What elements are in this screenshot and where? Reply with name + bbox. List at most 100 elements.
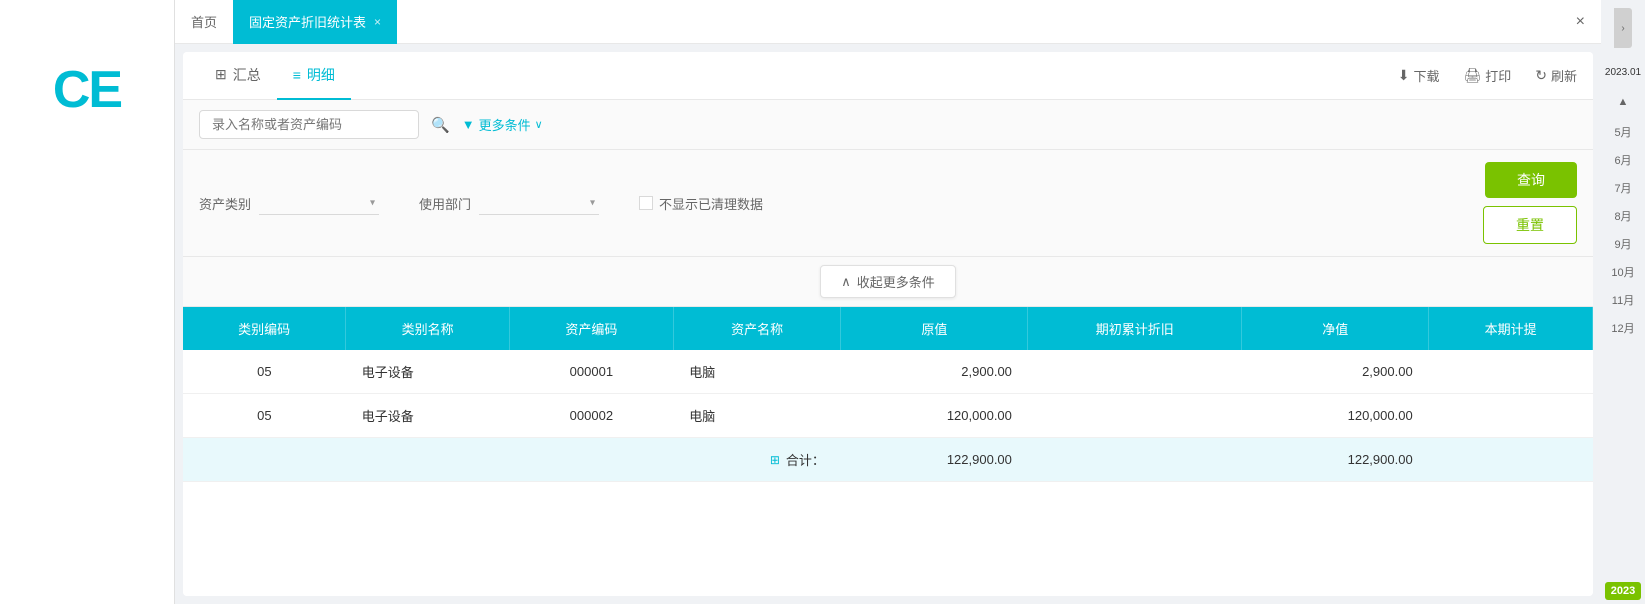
data-table: 类别编码 类别名称 资产编码 资产名称 原值 期初累计折旧 净值 本期计提 05… bbox=[183, 307, 1593, 482]
cell-original-value: 2,900.00 bbox=[841, 350, 1028, 394]
cell-asset-code: 000002 bbox=[510, 394, 674, 438]
logo-text: CE bbox=[53, 60, 121, 120]
cell-asset-name: 电脑 bbox=[673, 394, 841, 438]
sidebar-month-button[interactable]: 12月 bbox=[1605, 314, 1641, 342]
summary-original-value: 122,900.00 bbox=[841, 438, 1028, 482]
col-asset-code: 资产编码 bbox=[510, 307, 674, 350]
toolbar-right: ⬇ 下载 🖨 打印 ↻ 刷新 bbox=[1398, 66, 1577, 85]
summary-current-depreciation bbox=[1429, 438, 1593, 482]
table-header-row: 类别编码 类别名称 资产编码 资产名称 原值 期初累计折旧 净值 本期计提 bbox=[183, 307, 1593, 350]
department-filter: 使用部门 ▾ bbox=[419, 191, 599, 215]
col-net-value: 净值 bbox=[1242, 307, 1429, 350]
table-container: 类别编码 类别名称 资产编码 资产名称 原值 期初累计折旧 净值 本期计提 05… bbox=[183, 307, 1593, 596]
search-bar: 🔍 ▼ 更多条件 ∨ bbox=[183, 100, 1593, 150]
filter-row: 资产类别 ▾ 使用部门 ▾ 不显示已清理数 bbox=[183, 150, 1593, 257]
cell-accumulated-depreciation bbox=[1028, 350, 1242, 394]
sidebar-month-button[interactable]: 8月 bbox=[1605, 202, 1641, 230]
cell-net-value: 120,000.00 bbox=[1242, 394, 1429, 438]
tab-detail-label: 明细 bbox=[307, 65, 335, 85]
more-conditions-label: 更多条件 bbox=[479, 115, 531, 134]
print-label: 打印 bbox=[1485, 66, 1511, 85]
sidebar-expand-button[interactable]: › bbox=[1614, 8, 1632, 48]
sidebar-month-button[interactable]: 10月 bbox=[1605, 258, 1641, 286]
col-accumulated-depreciation: 期初累计折旧 bbox=[1028, 307, 1242, 350]
collapse-up-icon: ∧ bbox=[841, 274, 851, 290]
department-select[interactable] bbox=[479, 191, 599, 215]
top-nav: 首页 固定资产折旧统计表 × × bbox=[175, 0, 1601, 44]
sidebar-date-display: 2023.01 bbox=[1605, 58, 1641, 86]
download-icon: ⬇ bbox=[1398, 67, 1410, 84]
search-icon[interactable]: 🔍 bbox=[431, 116, 450, 134]
refresh-button[interactable]: ↻ 刷新 bbox=[1535, 66, 1577, 85]
page-container: ⊞ 汇总 ≡ 明细 ⬇ 下载 🖨 打印 ↻ 刷新 bbox=[183, 52, 1593, 596]
collapse-bar: ∧ 收起更多条件 bbox=[183, 257, 1593, 307]
filter-buttons: 查询 重置 bbox=[1483, 162, 1577, 244]
cell-asset-name: 电脑 bbox=[673, 350, 841, 394]
cell-current-depreciation bbox=[1429, 350, 1593, 394]
table-row: 05 电子设备 000002 电脑 120,000.00 120,000.00 bbox=[183, 394, 1593, 438]
close-window-button[interactable]: × bbox=[1576, 13, 1585, 31]
collapse-button[interactable]: ∧ 收起更多条件 bbox=[820, 265, 956, 298]
chevron-down-icon: ∨ bbox=[535, 118, 543, 131]
print-button[interactable]: 🖨 打印 bbox=[1463, 66, 1511, 85]
asset-category-select[interactable] bbox=[259, 191, 379, 215]
col-original-value: 原值 bbox=[841, 307, 1028, 350]
cell-current-depreciation bbox=[1429, 394, 1593, 438]
active-tab[interactable]: 固定资产折旧统计表 × bbox=[233, 0, 397, 44]
summary-icon: ⊞ bbox=[215, 66, 227, 83]
hide-cleared-label: 不显示已清理数据 bbox=[659, 194, 763, 213]
cell-accumulated-depreciation bbox=[1028, 394, 1242, 438]
sidebar-scroll-up[interactable]: ▲ bbox=[1605, 88, 1641, 116]
summary-label-cell: ⊞ 合计： bbox=[673, 438, 841, 482]
sidebar-month-button[interactable]: 11月 bbox=[1605, 286, 1641, 314]
home-tab[interactable]: 首页 bbox=[191, 12, 233, 31]
department-select-wrapper[interactable]: ▾ bbox=[479, 191, 599, 215]
close-tab-icon[interactable]: × bbox=[374, 15, 381, 29]
summary-empty bbox=[183, 438, 673, 482]
right-sidebar: › 2023.01 ▲ 5月6月7月8月9月10月11月12月 2023 bbox=[1601, 0, 1645, 604]
collapse-label: 收起更多条件 bbox=[857, 272, 935, 291]
sub-tabs-bar: ⊞ 汇总 ≡ 明细 ⬇ 下载 🖨 打印 ↻ 刷新 bbox=[183, 52, 1593, 100]
refresh-icon: ↻ bbox=[1535, 67, 1547, 84]
hide-cleared-checkbox-item[interactable]: 不显示已清理数据 bbox=[639, 194, 763, 213]
month-buttons: 5月6月7月8月9月10月11月12月 bbox=[1605, 118, 1641, 342]
main-content: 首页 固定资产折旧统计表 × × ⊞ 汇总 ≡ 明细 ⬇ 下载 bbox=[175, 0, 1601, 604]
search-input[interactable] bbox=[199, 110, 419, 139]
query-button[interactable]: 查询 bbox=[1485, 162, 1577, 198]
cell-asset-code: 000001 bbox=[510, 350, 674, 394]
filter-icon: ▼ bbox=[462, 117, 475, 132]
tab-detail[interactable]: ≡ 明细 bbox=[277, 52, 351, 100]
tab-summary[interactable]: ⊞ 汇总 bbox=[199, 52, 277, 100]
active-tab-label: 固定资产折旧统计表 bbox=[249, 12, 366, 31]
summary-label-text: 合计： bbox=[786, 450, 825, 469]
cell-original-value: 120,000.00 bbox=[841, 394, 1028, 438]
reset-button[interactable]: 重置 bbox=[1483, 206, 1577, 244]
sidebar-month-button[interactable]: 6月 bbox=[1605, 146, 1641, 174]
refresh-label: 刷新 bbox=[1551, 66, 1577, 85]
logo-area: CE bbox=[0, 0, 175, 604]
asset-category-select-wrapper[interactable]: ▾ bbox=[259, 191, 379, 215]
tab-summary-label: 汇总 bbox=[233, 65, 261, 85]
year-badge[interactable]: 2023 bbox=[1605, 582, 1641, 600]
download-label: 下载 bbox=[1413, 66, 1439, 85]
sum-icon: ⊞ bbox=[770, 453, 780, 467]
asset-category-label: 资产类别 bbox=[199, 194, 251, 213]
col-category-name: 类别名称 bbox=[346, 307, 510, 350]
summary-net-value: 122,900.00 bbox=[1242, 438, 1429, 482]
department-label: 使用部门 bbox=[419, 194, 471, 213]
col-asset-name: 资产名称 bbox=[673, 307, 841, 350]
sidebar-month-button[interactable]: 7月 bbox=[1605, 174, 1641, 202]
print-icon: 🖨 bbox=[1463, 67, 1481, 84]
cell-category-code: 05 bbox=[183, 394, 346, 438]
col-category-code: 类别编码 bbox=[183, 307, 346, 350]
detail-icon: ≡ bbox=[293, 67, 301, 83]
sidebar-month-button[interactable]: 9月 bbox=[1605, 230, 1641, 258]
sidebar-month-button[interactable]: 5月 bbox=[1605, 118, 1641, 146]
download-button[interactable]: ⬇ 下载 bbox=[1398, 66, 1440, 85]
hide-cleared-checkbox[interactable] bbox=[639, 196, 653, 210]
cell-category-code: 05 bbox=[183, 350, 346, 394]
summary-accumulated bbox=[1028, 438, 1242, 482]
more-conditions-button[interactable]: ▼ 更多条件 ∨ bbox=[462, 115, 543, 134]
summary-row: ⊞ 合计： 122,900.00 122,900.00 bbox=[183, 438, 1593, 482]
cell-category-name: 电子设备 bbox=[346, 350, 510, 394]
